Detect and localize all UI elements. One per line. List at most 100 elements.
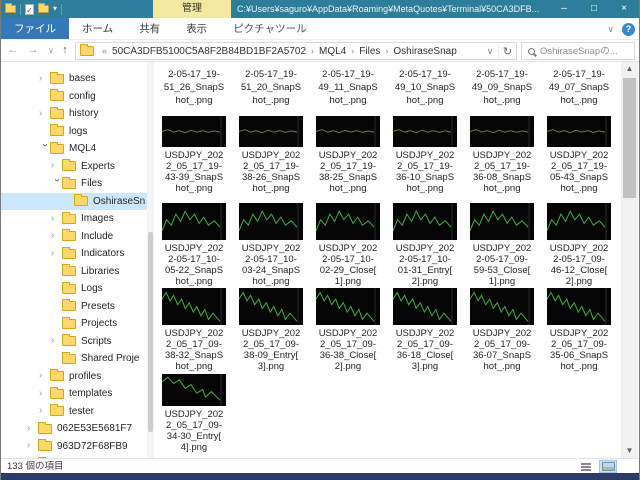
sidebar-item-logs[interactable]: logs: [1, 123, 147, 140]
sidebar-item-963d72f68fb9[interactable]: › 963D72F68FB9: [1, 438, 147, 455]
chevron-collapsed-icon[interactable]: ›: [51, 248, 62, 259]
breadcrumb-files[interactable]: Files: [357, 46, 382, 57]
file-item[interactable]: USDJPY_202 2-05-17_10- 03-24_SnapS hot_.png: [234, 203, 308, 287]
chevron-expanded-icon[interactable]: ›: [40, 143, 51, 154]
file-item[interactable]: 2-05-17_19- 49_10_SnapS hot_.png: [388, 68, 462, 107]
sidebar-scrollbar-thumb[interactable]: [148, 232, 153, 432]
sidebar-item-062e53e5681f7[interactable]: › 062E53E5681F7: [1, 420, 147, 437]
folder-icon[interactable]: [5, 3, 16, 13]
file-item[interactable]: USDJPY_202 2-05-17_10- 01-31_Entry[2].png: [388, 203, 462, 287]
sidebar-item-files[interactable]: › Files: [1, 175, 147, 192]
file-item[interactable]: USDJPY_202 2_05_17_09- 34-30_Entry[4].png: [157, 374, 231, 453]
file-item[interactable]: USDJPY_202 2_05_17_19- 38-25_SnapS hot_.png: [311, 116, 385, 194]
chevron-collapsed-icon[interactable]: ›: [39, 406, 50, 416]
collapse-ribbon-icon[interactable]: ∨: [607, 24, 614, 35]
chevron-collapsed-icon[interactable]: ›: [39, 108, 50, 119]
new-folder-icon[interactable]: [38, 3, 49, 13]
file-item[interactable]: USDJPY_202 2_05_17_09- 36-18_Close[3].png: [388, 288, 462, 372]
chevron-collapsed-icon[interactable]: ›: [39, 73, 50, 84]
tab-view[interactable]: 表示: [173, 18, 220, 39]
chevron-collapsed-icon[interactable]: ›: [39, 388, 50, 399]
sidebar-scrollbar[interactable]: [147, 62, 154, 458]
sidebar-item-oshirasesn[interactable]: OshiraseSn: [1, 192, 147, 210]
properties-check-icon[interactable]: ✓: [25, 3, 34, 15]
folder-icon: [38, 439, 52, 451]
file-item[interactable]: USDJPY_202 2-05-17_10- 05-22_SnapS hot_.png: [157, 203, 231, 287]
file-item[interactable]: USDJPY_202 2_05_17_09- 36-38_Close[2].png: [311, 288, 385, 372]
breadcrumb-overflow-icon[interactable]: «: [99, 46, 110, 56]
file-item[interactable]: 2-05-17_19- 51_26_SnapS hot_.png: [157, 68, 231, 107]
tab-home[interactable]: ホーム: [69, 18, 126, 39]
search-input[interactable]: [540, 45, 620, 57]
chevron-down-icon[interactable]: ▾: [53, 2, 57, 16]
sidebar-item-history[interactable]: › history: [1, 105, 147, 122]
address-dropdown-icon[interactable]: ∨: [482, 46, 498, 57]
chevron-collapsed-icon[interactable]: ›: [51, 336, 62, 346]
details-view-button[interactable]: [577, 460, 595, 473]
up-icon[interactable]: ↑: [57, 40, 73, 62]
sidebar-item-logs[interactable]: Logs: [1, 280, 147, 297]
file-item[interactable]: USDJPY_202 2-05-17_09- 59-53_Close[1].png: [465, 203, 539, 287]
sidebar-item-indicators[interactable]: › Indicators: [1, 245, 147, 262]
help-icon[interactable]: ?: [622, 22, 635, 36]
file-item[interactable]: USDJPY_202 2_05_17_19- 36-10_SnapS hot_.png: [388, 116, 462, 194]
sidebar-item-include[interactable]: › Include: [1, 228, 147, 245]
chevron-expanded-icon[interactable]: ›: [52, 178, 63, 189]
chevron-collapsed-icon[interactable]: ›: [51, 213, 62, 224]
chart-thumbnail: [316, 116, 380, 147]
main-scrollbar[interactable]: ▲ ▼: [621, 62, 638, 458]
breadcrumb-terminal-id[interactable]: 50CA3DFB5100C5A8F2B84BD1BF2A5702: [110, 46, 308, 57]
thumbnail-view-button[interactable]: [599, 460, 617, 473]
file-item[interactable]: 2-05-17_19- 49_07_SnapS hot_.png: [542, 68, 616, 107]
file-item[interactable]: USDJPY_202 2_05_17_09- 38-32_SnapS hot_.png: [157, 288, 231, 372]
sidebar-item-images[interactable]: › Images: [1, 210, 147, 227]
scroll-down-icon[interactable]: ▼: [621, 444, 638, 458]
file-item[interactable]: USDJPY_202 2_05_17_09- 38-09_Entry[3].png: [234, 288, 308, 372]
close-button[interactable]: ×: [609, 0, 639, 18]
file-item[interactable]: USDJPY_202 2_05_17_19- 36-08_SnapS hot_.png: [465, 116, 539, 194]
chevron-collapsed-icon[interactable]: ›: [27, 441, 38, 451]
chevron-collapsed-icon[interactable]: ›: [27, 423, 38, 434]
refresh-icon[interactable]: ↻: [498, 44, 516, 58]
scroll-up-icon[interactable]: ▲: [621, 62, 638, 76]
sidebar-item-scripts[interactable]: › Scripts: [1, 333, 147, 350]
sidebar-item-mql4[interactable]: › MQL4: [1, 140, 147, 157]
file-item[interactable]: 2-05-17_19- 51_20_SnapS hot_.png: [234, 68, 308, 107]
sidebar-item-shared-proje[interactable]: Shared Proje: [1, 350, 147, 367]
sidebar-item-presets[interactable]: Presets: [1, 298, 147, 315]
sidebar-item-experts[interactable]: › Experts: [1, 158, 147, 175]
sidebar-item-templates[interactable]: › templates: [1, 385, 147, 402]
file-item[interactable]: USDJPY_202 2-05-17_09- 46-12_Close[2].png: [542, 203, 616, 287]
chevron-collapsed-icon[interactable]: ›: [51, 231, 62, 241]
manage-contextual-tab[interactable]: 管理: [153, 0, 231, 18]
file-item[interactable]: USDJPY_202 2_05_17_09- 36-07_SnapS hot_.png: [465, 288, 539, 372]
maximize-button[interactable]: □: [579, 0, 609, 18]
main-scrollbar-thumb[interactable]: [623, 78, 636, 198]
chevron-collapsed-icon[interactable]: ›: [39, 371, 50, 381]
tab-share[interactable]: 共有: [126, 18, 173, 39]
address-box[interactable]: « 50CA3DFB5100C5A8F2B84BD1BF2A5702 › MQL…: [75, 42, 517, 60]
file-item[interactable]: USDJPY_202 2_05_17_19- 05-43_SnapS hot_.png: [542, 116, 616, 194]
window-controls: – □ ×: [549, 0, 639, 18]
file-item[interactable]: 2-05-17_19- 49_11_SnapS hot_.png: [311, 68, 385, 107]
tab-picture-tools[interactable]: ピクチャツール: [220, 18, 319, 39]
sidebar-item-profiles[interactable]: › profiles: [1, 368, 147, 385]
breadcrumb-oshirasesnap[interactable]: OshiraseSnap: [391, 46, 458, 57]
file-item[interactable]: USDJPY_202 2_05_17_19- 38-26_SnapS hot_.png: [234, 116, 308, 194]
sidebar-item-tester[interactable]: › tester: [1, 403, 147, 420]
minimize-button[interactable]: –: [549, 0, 579, 18]
back-icon[interactable]: ←: [5, 40, 21, 62]
file-item[interactable]: USDJPY_202 2-05-17_10- 02-29_Close[1].png: [311, 203, 385, 287]
tab-file[interactable]: ファイル: [1, 18, 69, 39]
sidebar-item-bases[interactable]: › bases: [1, 70, 147, 87]
file-item[interactable]: USDJPY_202 2_05_17_09- 35-06_SnapS hot_.png: [542, 288, 616, 372]
chevron-collapsed-icon[interactable]: ›: [51, 161, 62, 171]
file-item[interactable]: USDJPY_202 2_05_17_19- 43-39_SnapS hot_.png: [157, 116, 231, 194]
forward-icon[interactable]: →: [25, 40, 41, 62]
sidebar-item-projects[interactable]: Projects: [1, 315, 147, 332]
breadcrumb-mql4[interactable]: MQL4: [317, 46, 348, 57]
file-item[interactable]: 2-05-17_19- 49_09_SnapS hot_.png: [465, 68, 539, 107]
sidebar-item-config[interactable]: config: [1, 88, 147, 105]
search-box[interactable]: [521, 42, 635, 60]
sidebar-item-libraries[interactable]: Libraries: [1, 263, 147, 280]
